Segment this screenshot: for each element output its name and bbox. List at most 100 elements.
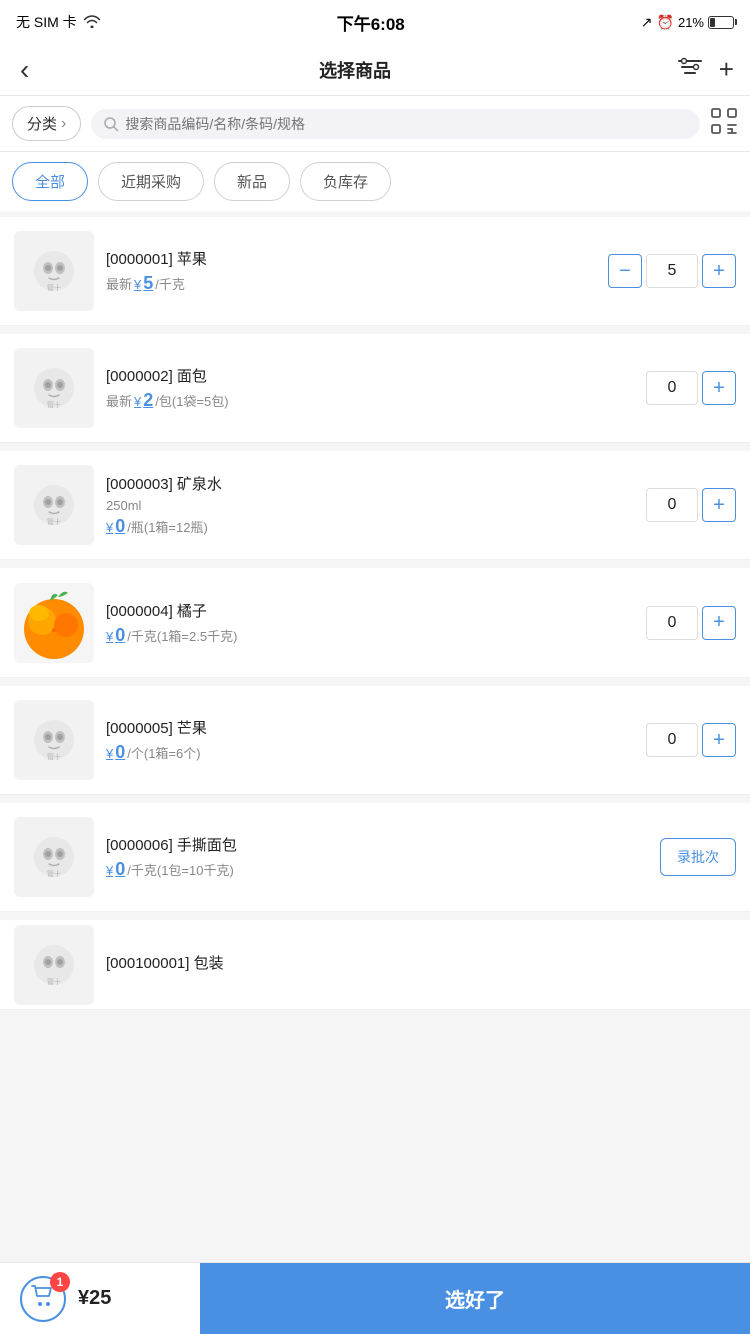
yen-symbol: ¥: [106, 746, 113, 761]
qty-input[interactable]: [646, 488, 698, 522]
qty-control-0000002: +: [646, 371, 736, 405]
orange-illustration: [14, 583, 94, 663]
product-separator: [0, 795, 750, 803]
product-info-0000004: [0000004] 橘子 ¥ 0 /千克(1箱=2.5千克): [106, 600, 634, 646]
price-number: 0: [115, 742, 125, 763]
tab-recent[interactable]: 近期采购: [98, 162, 204, 201]
yen-symbol: ¥: [106, 863, 113, 878]
tab-all[interactable]: 全部: [12, 162, 88, 201]
svg-text:管十: 管十: [47, 400, 61, 409]
batch-button[interactable]: 录批次: [660, 838, 736, 876]
price-number: 5: [143, 273, 153, 294]
status-time: 下午6:08: [337, 10, 405, 35]
qty-input[interactable]: [646, 723, 698, 757]
product-info-0000005: [0000005] 芒果 ¥ 0 /个(1箱=6个): [106, 717, 634, 763]
qty-minus-button[interactable]: −: [608, 254, 642, 288]
bottom-bar: 1 ¥25 选好了: [0, 1262, 750, 1334]
category-label: 分类: [27, 113, 57, 134]
tab-new[interactable]: 新品: [214, 162, 290, 201]
yen-symbol: ¥: [106, 629, 113, 644]
cart-total: ¥25: [78, 1287, 111, 1310]
price-label: 最新: [106, 391, 132, 410]
qty-plus-button[interactable]: +: [702, 371, 736, 405]
placeholder-owl: 管十: [31, 365, 77, 411]
search-input-wrap[interactable]: [91, 109, 700, 139]
qty-plus-button[interactable]: +: [702, 254, 736, 288]
product-separator: [0, 678, 750, 686]
qty-input[interactable]: [646, 606, 698, 640]
confirm-button[interactable]: 选好了: [200, 1263, 750, 1334]
qty-input[interactable]: [646, 254, 698, 288]
nav-bar: ‹ 选择商品 +: [0, 44, 750, 96]
back-button[interactable]: ‹: [16, 50, 33, 90]
tabs-bar: 全部 近期采购 新品 负库存: [0, 152, 750, 217]
product-item: 管十 [0000003] 矿泉水 250ml ¥ 0 /瓶(1箱=12瓶) +: [0, 451, 750, 560]
price-unit: /瓶(1箱=12瓶): [127, 517, 208, 536]
yen-symbol: ¥: [134, 277, 141, 292]
product-image-partial: 管十: [14, 925, 94, 1005]
placeholder-owl: 管十: [31, 482, 77, 528]
confirm-label: 选好了: [445, 1284, 505, 1313]
price-unit: /个(1箱=6个): [127, 743, 200, 762]
product-info-0000003: [0000003] 矿泉水 250ml ¥ 0 /瓶(1箱=12瓶): [106, 473, 634, 537]
svg-text:管十: 管十: [47, 977, 61, 986]
price-unit: /千克(1箱=2.5千克): [127, 626, 237, 645]
price-unit: /千克(1包=10千克): [127, 860, 234, 879]
price-unit: /包(1袋=5包): [155, 391, 228, 410]
qty-plus-button[interactable]: +: [702, 488, 736, 522]
product-price: 最新 ¥ 2 /包(1袋=5包): [106, 390, 634, 411]
cart-section: 1 ¥25: [0, 1276, 200, 1322]
product-item: 管十 [0000005] 芒果 ¥ 0 /个(1箱=6个) +: [0, 686, 750, 795]
product-image-0000006: 管十: [14, 817, 94, 897]
carrier-text: 无 SIM 卡: [16, 12, 77, 32]
product-image-0000002: 管十: [14, 348, 94, 428]
search-input[interactable]: [125, 116, 688, 132]
product-price: ¥ 0 /瓶(1箱=12瓶): [106, 516, 634, 537]
product-name: [0000005] 芒果: [106, 717, 634, 738]
status-bar: 无 SIM 卡 下午6:08 ↗ ⏰ 21%: [0, 0, 750, 44]
qty-plus-button[interactable]: +: [702, 723, 736, 757]
price-number: 2: [143, 390, 153, 411]
product-item: 管十 [0000006] 手撕面包 ¥ 0 /千克(1包=10千克) 录批次: [0, 803, 750, 912]
product-price: ¥ 0 /千克(1包=10千克): [106, 859, 648, 880]
price-number: 0: [115, 625, 125, 646]
svg-text:管十: 管十: [47, 869, 61, 878]
tab-negative-stock[interactable]: 负库存: [300, 162, 391, 201]
product-item: 管十 [0000001] 苹果 最新 ¥ 5 /千克 − +: [0, 217, 750, 326]
price-number: 0: [115, 859, 125, 880]
product-image-0000003: 管十: [14, 465, 94, 545]
status-right: ↗ ⏰ 21%: [641, 14, 734, 31]
qty-input[interactable]: [646, 371, 698, 405]
category-button[interactable]: 分类 ›: [12, 106, 81, 141]
product-separator: [0, 560, 750, 568]
svg-text:管十: 管十: [47, 752, 61, 761]
product-image-0000004: [14, 583, 94, 663]
product-image-0000005: 管十: [14, 700, 94, 780]
alarm-icon: ⏰: [657, 14, 674, 31]
qty-control-0000005: +: [646, 723, 736, 757]
placeholder-owl: 管十: [31, 717, 77, 763]
cart-badge: 1: [50, 1272, 70, 1292]
yen-symbol: ¥: [106, 520, 113, 535]
location-icon: ↗: [641, 14, 653, 31]
qty-control-0000001: − +: [608, 254, 736, 288]
product-separator: [0, 326, 750, 334]
product-item: 管十 [0000002] 面包 最新 ¥ 2 /包(1袋=5包) +: [0, 334, 750, 443]
search-icon: [103, 116, 119, 132]
add-icon[interactable]: +: [719, 54, 734, 85]
cart-icon: [31, 1285, 55, 1313]
qty-plus-button[interactable]: +: [702, 606, 736, 640]
product-name: [0000001] 苹果: [106, 248, 596, 269]
qty-control-0000006: 录批次: [660, 838, 736, 876]
page-title: 选择商品: [319, 57, 391, 83]
product-info-0000006: [0000006] 手撕面包 ¥ 0 /千克(1包=10千克): [106, 834, 648, 880]
placeholder-owl: 管十: [31, 834, 77, 880]
placeholder-owl: 管十: [31, 942, 77, 988]
scan-icon[interactable]: [710, 107, 738, 141]
product-separator: [0, 443, 750, 451]
product-item: 管十 [000100001] 包装: [0, 920, 750, 1010]
qty-control-0000003: +: [646, 488, 736, 522]
product-name: [0000003] 矿泉水: [106, 473, 634, 494]
filter-icon[interactable]: [677, 56, 703, 84]
cart-icon-button[interactable]: 1: [20, 1276, 66, 1322]
